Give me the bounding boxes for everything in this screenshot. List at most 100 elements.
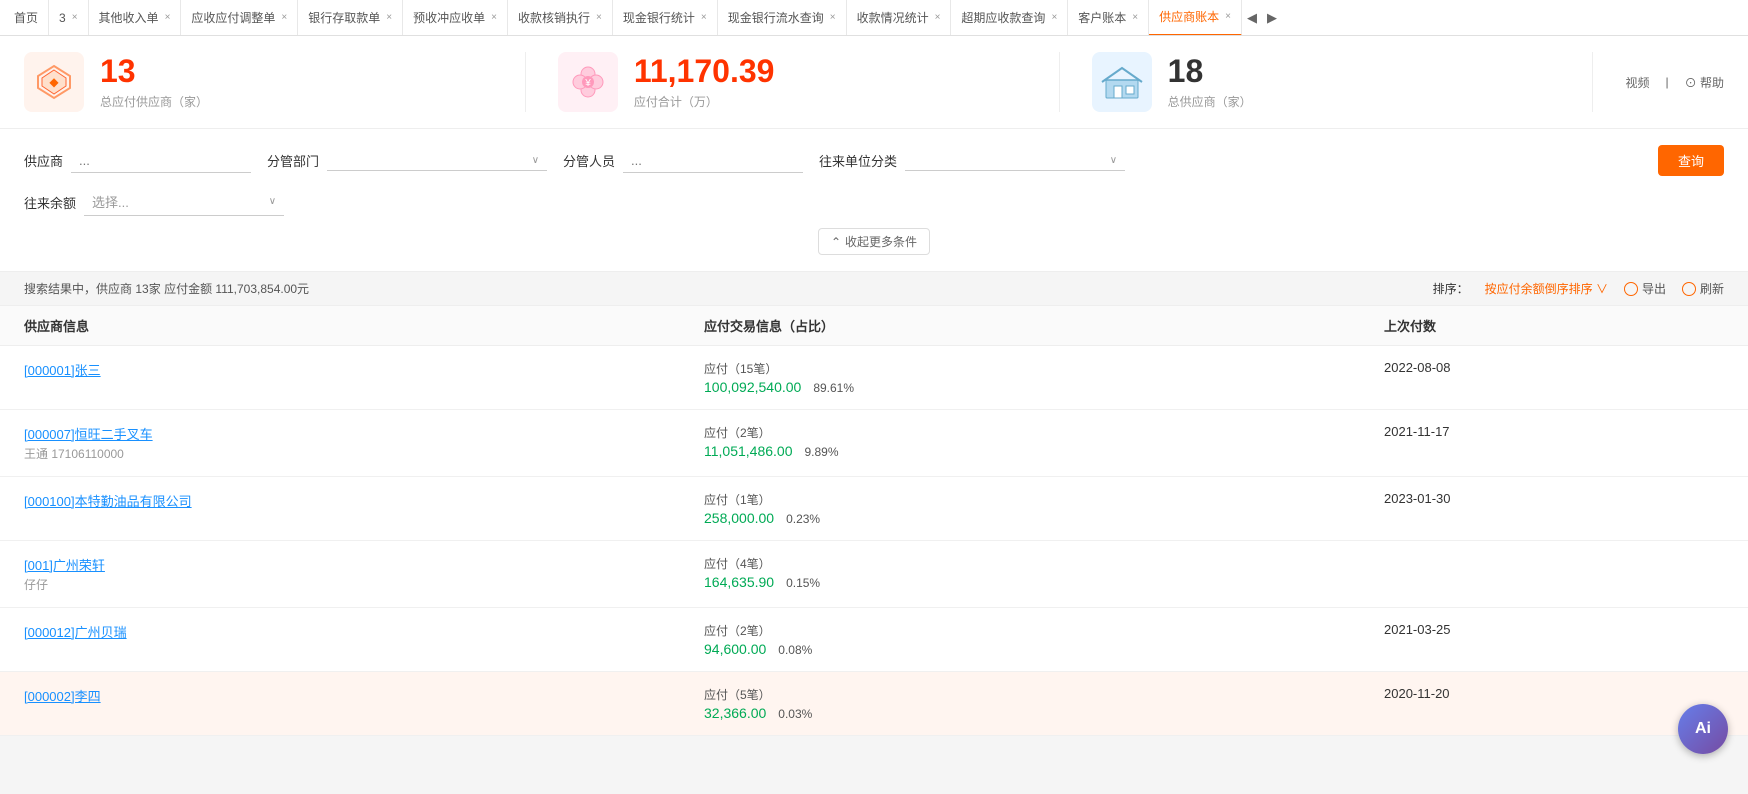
stat-block-payable-suppliers: ◆ 13 总应付供应商（家） (24, 52, 526, 112)
last-pay-5: 2021-03-25 (1384, 622, 1724, 637)
pay-amount-1: 100,092,540.00 (704, 379, 801, 395)
ai-assistant-button[interactable]: Ai (1678, 704, 1728, 754)
last-pay-date-1: 2022-08-08 (1384, 360, 1451, 375)
stat-icon-store (1092, 52, 1152, 112)
header-stats-area: ◆ 13 总应付供应商（家） ¥ 11,170.39 应付合计（万） (0, 36, 1748, 129)
table-header-row: 供应商信息 应付交易信息（占比） 上次付数 (0, 306, 1748, 346)
supplier-input[interactable] (71, 149, 251, 173)
collapse-button[interactable]: ⌃ 收起更多条件 (818, 228, 930, 255)
filter-row-2: 往来余额 选择... ∨ (24, 188, 1724, 216)
filter-unit-class-label: 往来单位分类 (819, 151, 897, 170)
supplier-link-4[interactable]: [001]广州荣轩 (24, 555, 704, 574)
last-pay-3: 2023-01-30 (1384, 491, 1724, 506)
help-icon: ⊙ (1685, 76, 1697, 90)
close-icon[interactable]: × (701, 12, 707, 23)
close-icon[interactable]: × (935, 12, 941, 23)
stat-label-total-suppliers: 总供应商（家） (1168, 93, 1252, 110)
pay-amount-row-4: 164,635.90 0.15% (704, 572, 1384, 590)
close-icon[interactable]: × (1051, 12, 1057, 23)
table-row: [000012]广州贝瑞 应付（2笔） 94,600.00 0.08% 2021… (0, 608, 1748, 672)
close-icon[interactable]: × (386, 12, 392, 23)
nav-right-arrow[interactable]: ▶ (1262, 0, 1282, 36)
video-link[interactable]: 视频 (1625, 74, 1649, 91)
close-icon[interactable]: × (491, 12, 497, 23)
filter-supplier: 供应商 (24, 149, 251, 173)
person-input[interactable] (623, 149, 803, 173)
nav-tab-payment-stat[interactable]: 收款情况统计 × (847, 0, 952, 36)
nav-tab-cash-bank-stat-label: 现金银行统计 (623, 9, 695, 26)
last-pay-date-5: 2021-03-25 (1384, 622, 1451, 637)
supplier-info-4: [001]广州荣轩 仔仔 (24, 555, 704, 593)
table-row: [000100]本特勤油品有限公司 应付（1笔） 258,000.00 0.23… (0, 477, 1748, 541)
supplier-link-2[interactable]: [000007]恒旺二手叉车 (24, 424, 704, 443)
nav-tab-3-label: 3 (59, 11, 66, 25)
supplier-link-1[interactable]: [000001]张三 (24, 360, 704, 379)
nav-tab-customer-ledger[interactable]: 客户账本 × (1068, 0, 1149, 36)
nav-tab-3[interactable]: 3 × (49, 0, 89, 36)
help-link[interactable]: ⊙ 帮助 (1685, 74, 1724, 91)
nav-tab-overdue-ar-label: 超期应收款查询 (961, 9, 1045, 26)
balance-dropdown-arrow: ∨ (269, 196, 276, 207)
export-label: 导出 (1642, 280, 1666, 297)
query-button[interactable]: 查询 (1658, 145, 1724, 176)
close-icon[interactable]: × (165, 12, 171, 23)
nav-tab-ar-ap-adjust[interactable]: 应收应付调整单 × (181, 0, 298, 36)
refresh-button[interactable]: 刷新 (1682, 280, 1724, 297)
svg-text:◆: ◆ (49, 75, 59, 89)
nav-tab-payment-verify[interactable]: 收款核销执行 × (508, 0, 613, 36)
close-icon[interactable]: × (1225, 11, 1231, 22)
pay-amount-row-2: 11,051,486.00 9.89% (704, 441, 1384, 459)
supplier-link-5[interactable]: [000012]广州贝瑞 (24, 622, 704, 641)
stat-block-total-suppliers: 18 总供应商（家） (1092, 52, 1594, 112)
table-row: [000001]张三 应付（15笔） 100,092,540.00 89.61%… (0, 346, 1748, 410)
nav-tab-prepay[interactable]: 预收冲应收单 × (403, 0, 508, 36)
collapse-label: 收起更多条件 (845, 233, 917, 250)
nav-tab-supplier-ledger[interactable]: 供应商账本 × (1149, 0, 1242, 36)
balance-select-text: 选择... (92, 192, 129, 211)
filter-row-1: 供应商 分管部门 ∨ 分管人员 往来单位分类 ∨ 查询 (24, 145, 1724, 176)
result-actions: 排序： 按应付余额倒序排序 ∨ 导出 刷新 (1433, 280, 1724, 297)
last-pay-2: 2021-11-17 (1384, 424, 1724, 439)
close-icon[interactable]: × (72, 12, 78, 23)
nav-tab-overdue-ar[interactable]: 超期应收款查询 × (951, 0, 1068, 36)
supplier-link-3[interactable]: [000100]本特勤油品有限公司 (24, 491, 704, 510)
stat-icon-diamond: ◆ (24, 52, 84, 112)
unit-class-select[interactable]: ∨ (905, 151, 1125, 171)
supplier-sub-2: 王通 17106110000 (24, 445, 704, 462)
pay-amount-6: 32,366.00 (704, 705, 766, 721)
nav-tab-cash-bank-stat[interactable]: 现金银行统计 × (613, 0, 718, 36)
pay-info-4: 应付（4笔） 164,635.90 0.15% (704, 555, 1384, 590)
supplier-link-6[interactable]: [000002]李四 (24, 686, 704, 705)
dept-select[interactable]: ∨ (327, 151, 547, 171)
pay-label-4: 应付（4笔） (704, 555, 1384, 572)
col-header-last-pay: 上次付数 (1384, 316, 1724, 335)
balance-select[interactable]: 选择... ∨ (84, 188, 284, 216)
nav-tab-home[interactable]: 首页 (4, 0, 49, 36)
pay-amount-row-3: 258,000.00 0.23% (704, 508, 1384, 526)
last-pay-1: 2022-08-08 (1384, 360, 1724, 375)
search-filter-area: 供应商 分管部门 ∨ 分管人员 往来单位分类 ∨ 查询 往来余额 (0, 129, 1748, 272)
pay-percent-6: 0.03% (778, 707, 812, 721)
close-icon[interactable]: × (830, 12, 836, 23)
close-icon[interactable]: × (596, 12, 602, 23)
pay-label-2: 应付（2笔） (704, 424, 1384, 441)
filter-person-label: 分管人员 (563, 151, 615, 170)
nav-left-arrow[interactable]: ◀ (1242, 0, 1262, 36)
pay-info-2: 应付（2笔） 11,051,486.00 9.89% (704, 424, 1384, 459)
close-icon[interactable]: × (1132, 12, 1138, 23)
nav-tab-bank-deposit[interactable]: 银行存取款单 × (298, 0, 403, 36)
refresh-label: 刷新 (1700, 280, 1724, 297)
header-help-area: 视频 | ⊙ 帮助 (1625, 74, 1724, 91)
filter-balance-label: 往来余额 (24, 193, 76, 212)
filter-person: 分管人员 (563, 149, 803, 173)
export-button[interactable]: 导出 (1624, 280, 1666, 297)
sort-select[interactable]: 按应付余额倒序排序 ∨ (1485, 280, 1608, 297)
unit-class-dropdown-arrow: ∨ (1110, 155, 1117, 166)
nav-tab-bank-deposit-label: 银行存取款单 (308, 9, 380, 26)
close-icon[interactable]: × (281, 12, 287, 23)
nav-tab-other-income[interactable]: 其他收入单 × (89, 0, 182, 36)
nav-tab-cash-bank-flow-label: 现金银行流水查询 (728, 9, 824, 26)
svg-text:¥: ¥ (584, 78, 591, 89)
nav-tab-cash-bank-flow[interactable]: 现金银行流水查询 × (718, 0, 847, 36)
nav-tab-supplier-ledger-label: 供应商账本 (1159, 8, 1219, 25)
